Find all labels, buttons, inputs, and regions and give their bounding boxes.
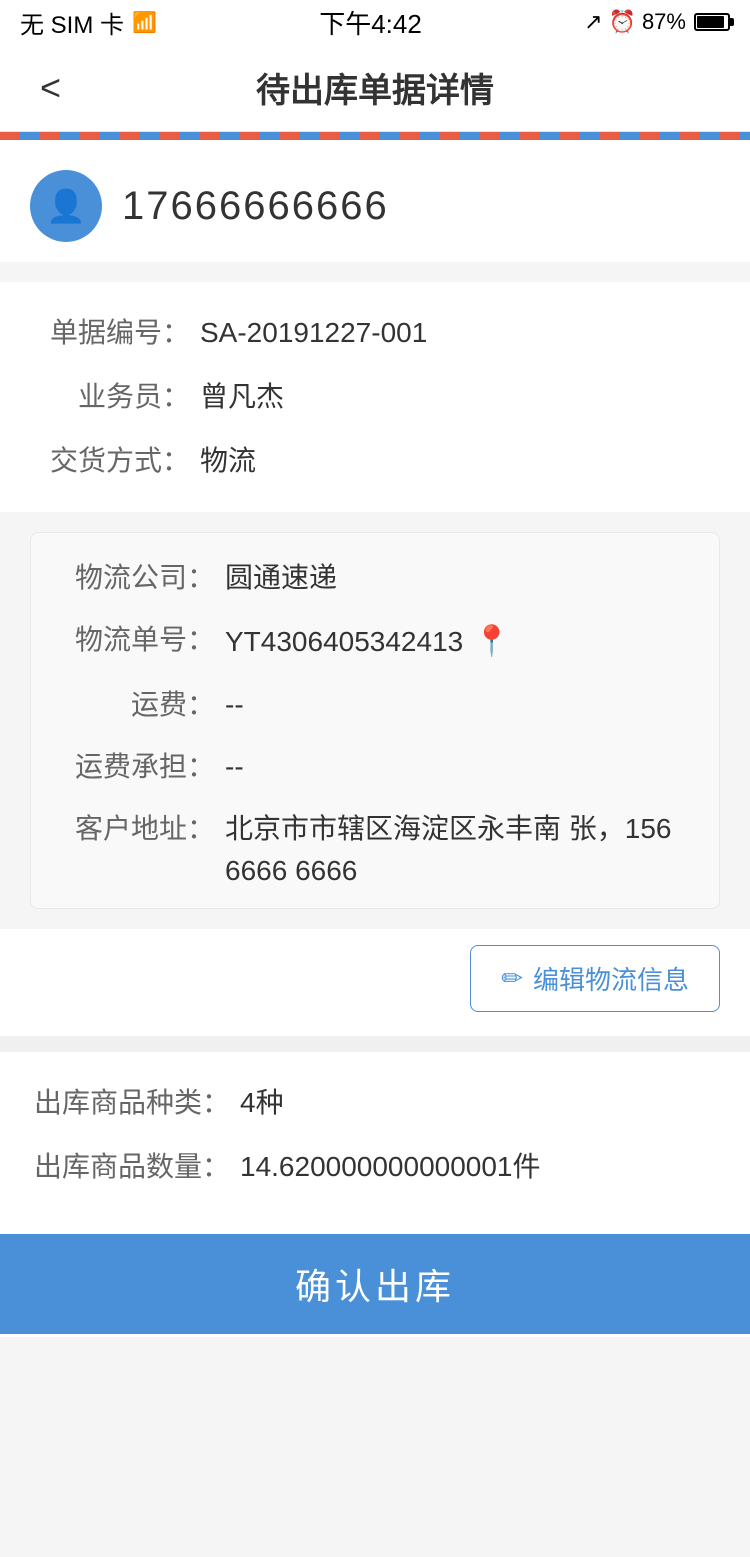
goods-quantity-value: 14.620000000000001件 — [230, 1146, 720, 1188]
edit-logistics-button[interactable]: ✏ 编辑物流信息 — [470, 945, 720, 1012]
wifi-icon: 📶 — [132, 10, 157, 35]
logistics-tracking-value: YT4306405342413 📍 — [215, 619, 695, 664]
location-icon: ↗ — [584, 9, 602, 35]
delivery-value: 物流 — [190, 440, 720, 482]
goods-section: 出库商品种类： 4种 出库商品数量： 14.620000000000001件 — [0, 1052, 750, 1230]
battery-icon — [694, 13, 730, 31]
avatar-icon: 👤 — [46, 187, 86, 225]
user-header: 👤 17666666666 — [0, 140, 750, 262]
delivery-row: 交货方式： 物流 — [30, 440, 720, 482]
carrier-text: 无 SIM 卡 — [20, 5, 124, 40]
bottom-spacer — [0, 1337, 750, 1537]
logistics-company-label: 物流公司： — [55, 557, 215, 599]
back-button[interactable]: < — [30, 57, 71, 119]
content-area: 单据编号： SA-20191227-001 业务员： 曾凡杰 交货方式： 物流 … — [0, 262, 750, 1557]
goods-types-row: 出库商品种类： 4种 — [30, 1082, 720, 1124]
edit-icon: ✏ — [501, 963, 523, 994]
logistics-company-value: 圆通速递 — [215, 557, 695, 599]
address-label: 客户地址： — [55, 808, 215, 850]
address-value: 北京市市辖区海淀区永丰南 张，156 6666 6666 — [215, 808, 695, 892]
order-number-label: 单据编号： — [30, 312, 190, 354]
freight-bearer-row: 运费承担： -- — [55, 746, 695, 788]
delivery-label: 交货方式： — [30, 440, 190, 482]
goods-quantity-row: 出库商品数量： 14.620000000000001件 — [30, 1146, 720, 1188]
nav-bar: < 待出库单据详情 — [0, 44, 750, 132]
freight-row: 运费： -- — [55, 684, 695, 726]
confirm-button-bar[interactable]: 确认出库 — [0, 1234, 750, 1334]
status-time: 下午4:42 — [319, 4, 422, 41]
alarm-icon: ⏰ — [609, 9, 636, 35]
battery-text: 87% — [642, 9, 686, 35]
page-title: 待出库单据详情 — [256, 63, 494, 112]
freight-label: 运费： — [55, 684, 215, 726]
dashed-border-decoration — [0, 132, 750, 140]
user-phone: 17666666666 — [122, 184, 389, 229]
salesperson-label: 业务员： — [30, 376, 190, 418]
salesperson-value: 曾凡杰 — [190, 376, 720, 418]
status-bar: 无 SIM 卡 📶 下午4:42 ↗ ⏰ 87% — [0, 0, 750, 44]
logistics-section: 物流公司： 圆通速递 物流单号： YT4306405342413 📍 运费： -… — [30, 532, 720, 909]
location-pin-icon[interactable]: 📍 — [473, 619, 510, 664]
goods-types-value: 4种 — [230, 1082, 720, 1124]
status-right: ↗ ⏰ 87% — [584, 9, 730, 35]
edit-btn-label: 编辑物流信息 — [533, 960, 689, 997]
order-number-value: SA-20191227-001 — [190, 312, 720, 354]
tracking-number-text: YT4306405342413 — [225, 621, 463, 663]
freight-value: -- — [215, 684, 695, 726]
order-number-row: 单据编号： SA-20191227-001 — [30, 312, 720, 354]
section-divider — [0, 1036, 750, 1052]
avatar: 👤 — [30, 170, 102, 242]
confirm-btn-label: 确认出库 — [295, 1258, 455, 1310]
logistics-tracking-row: 物流单号： YT4306405342413 📍 — [55, 619, 695, 664]
goods-types-label: 出库商品种类： — [30, 1082, 230, 1124]
salesperson-row: 业务员： 曾凡杰 — [30, 376, 720, 418]
logistics-tracking-label: 物流单号： — [55, 619, 215, 661]
address-row: 客户地址： 北京市市辖区海淀区永丰南 张，156 6666 6666 — [55, 808, 695, 892]
logistics-company-row: 物流公司： 圆通速递 — [55, 557, 695, 599]
edit-btn-row: ✏ 编辑物流信息 — [0, 929, 750, 1036]
goods-quantity-label: 出库商品数量： — [30, 1146, 230, 1188]
status-left: 无 SIM 卡 📶 — [20, 5, 157, 40]
freight-bearer-label: 运费承担： — [55, 746, 215, 788]
order-info-section: 单据编号： SA-20191227-001 业务员： 曾凡杰 交货方式： 物流 — [0, 282, 750, 512]
freight-bearer-value: -- — [215, 746, 695, 788]
